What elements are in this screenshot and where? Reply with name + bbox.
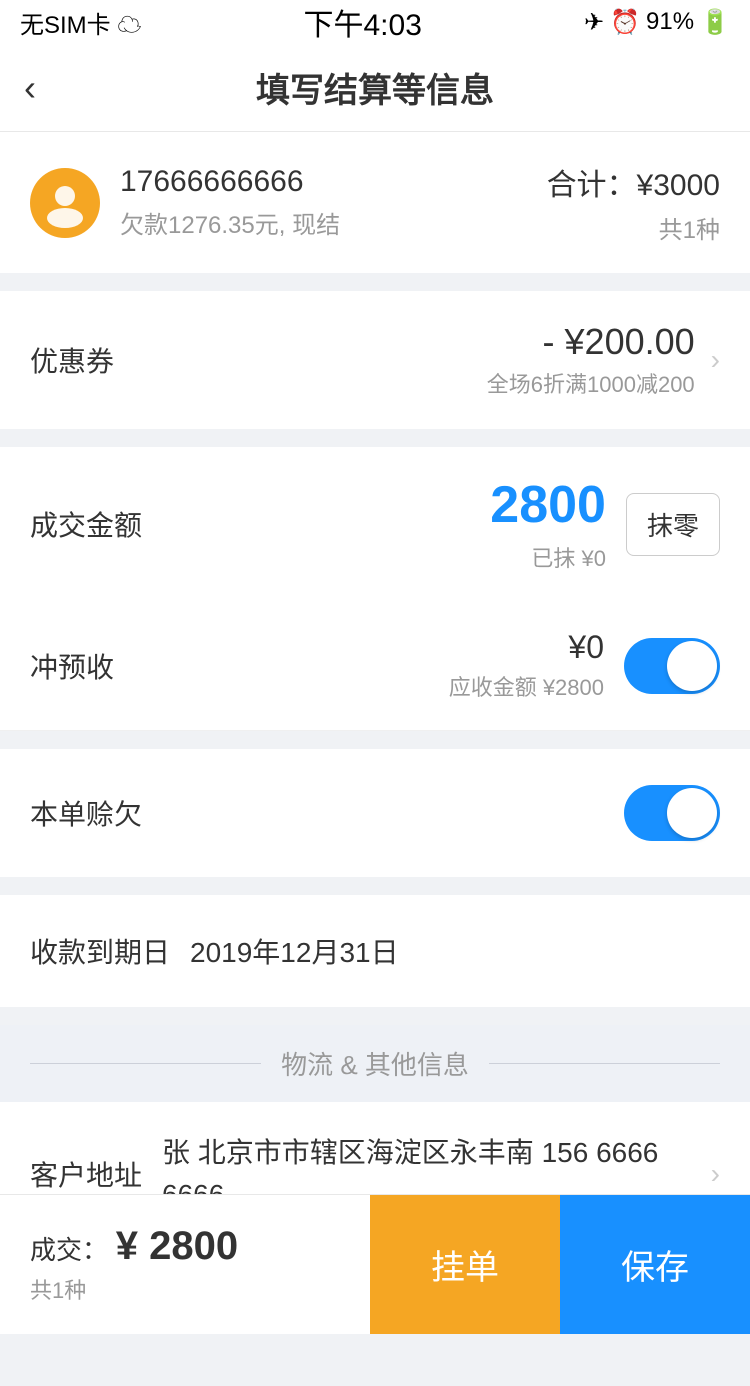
chong-toggle-knob (667, 641, 717, 691)
logistics-line-right (489, 1063, 720, 1064)
chong-amount: ¥0 (449, 629, 604, 666)
debt-toggle-knob (667, 788, 717, 838)
deal-right: 2800 已抹 ¥0 抹零 (490, 475, 720, 573)
due-date-value: 2019年12月31日 (190, 931, 399, 971)
battery-icon: 🔋 (700, 8, 730, 37)
location-icon: ✈ (584, 8, 604, 37)
coupon-section: 优惠券 - ¥200.00 全场6折满1000减200 › (0, 291, 750, 429)
customer-left: 17666666666 欠款1276.35元, 现结 (30, 165, 340, 240)
debt-label: 本单赊欠 (30, 793, 142, 833)
bottom-deal-label: 成交： (30, 1235, 108, 1265)
deal-section: 成交金额 2800 已抹 ¥0 抹零 冲预收 ¥0 应收金额 ¥2800 (0, 447, 750, 731)
coupon-right: - ¥200.00 全场6折满1000减200 › (487, 321, 720, 399)
nav-bar: ‹ 填写结算等信息 (0, 44, 750, 132)
hang-button[interactable]: 挂单 (370, 1195, 560, 1334)
deal-amount-col: 2800 已抹 ¥0 (490, 475, 606, 573)
total-count: 共1种 (547, 210, 720, 245)
debt-toggle[interactable] (624, 785, 720, 841)
status-left: 无SIM卡 ☁ (20, 5, 141, 40)
customer-card: 17666666666 欠款1276.35元, 现结 合计：¥3000 共1种 (0, 132, 750, 273)
coupon-amount: - ¥200.00 (487, 321, 695, 363)
coupon-desc: 全场6折满1000减200 (487, 367, 695, 399)
total-amount: 合计：¥3000 (547, 160, 720, 204)
customer-right: 合计：¥3000 共1种 (547, 160, 720, 245)
save-button[interactable]: 保存 (560, 1195, 750, 1334)
divider (0, 1007, 750, 1025)
due-date-label: 收款到期日 (30, 931, 170, 971)
coupon-row[interactable]: 优惠券 - ¥200.00 全场6折满1000减200 › (0, 291, 750, 429)
status-right: ✈ ⏰ 91% 🔋 (584, 8, 730, 37)
chong-receivable: 应收金额 ¥2800 (449, 670, 604, 702)
customer-phone: 17666666666 (120, 165, 340, 199)
bottom-deal-row: 成交： ¥ 2800 (30, 1224, 340, 1269)
bottom-btn-group: 挂单 保存 (370, 1195, 750, 1334)
bottom-info: 成交： ¥ 2800 共1种 (0, 1224, 370, 1305)
chong-amount-col: ¥0 应收金额 ¥2800 (449, 629, 604, 702)
logistics-line-left (30, 1063, 261, 1064)
deal-amount-label: 成交金额 (30, 504, 142, 544)
chong-right: ¥0 应收金额 ¥2800 (449, 629, 720, 702)
alarm-icon: ⏰ (610, 8, 640, 37)
coupon-value-col: - ¥200.00 全场6折满1000减200 (487, 321, 695, 399)
back-button[interactable]: ‹ (24, 67, 36, 109)
chong-label: 冲预收 (30, 646, 114, 686)
address-label: 客户地址 (30, 1154, 142, 1194)
sim-status: 无SIM卡 ☁ (20, 5, 141, 40)
avatar (30, 168, 100, 238)
coupon-chevron-icon: › (711, 344, 720, 376)
round-zero-button[interactable]: 抹零 (626, 493, 720, 556)
already-rounded: 已抹 ¥0 (490, 541, 606, 573)
debt-section: 本单赊欠 (0, 749, 750, 877)
page-title: 填写结算等信息 (256, 63, 494, 112)
bottom-amount: ¥ 2800 (116, 1224, 238, 1268)
battery-status: 91% (646, 8, 694, 36)
deal-amount-row: 成交金额 2800 已抹 ¥0 抹零 (0, 447, 750, 601)
customer-debt: 欠款1276.35元, 现结 (120, 205, 340, 240)
status-bar: 无SIM卡 ☁ 下午4:03 ✈ ⏰ 91% 🔋 (0, 0, 750, 44)
due-date-section: 收款到期日 2019年12月31日 (0, 895, 750, 1007)
bottom-bar: 成交： ¥ 2800 共1种 挂单 保存 (0, 1194, 750, 1334)
deal-amount-value: 2800 (490, 475, 606, 535)
logistics-title: 物流 & 其他信息 (281, 1045, 469, 1082)
coupon-label: 优惠券 (30, 340, 114, 380)
status-time: 下午4:03 (304, 0, 422, 44)
bottom-count: 共1种 (30, 1273, 340, 1305)
logistics-header: 物流 & 其他信息 (0, 1025, 750, 1102)
debt-row: 本单赊欠 (0, 749, 750, 877)
customer-info: 17666666666 欠款1276.35元, 现结 (120, 165, 340, 240)
address-chevron-icon: › (711, 1158, 720, 1190)
chong-pre-row: 冲预收 ¥0 应收金额 ¥2800 (0, 601, 750, 731)
chong-toggle[interactable] (624, 638, 720, 694)
